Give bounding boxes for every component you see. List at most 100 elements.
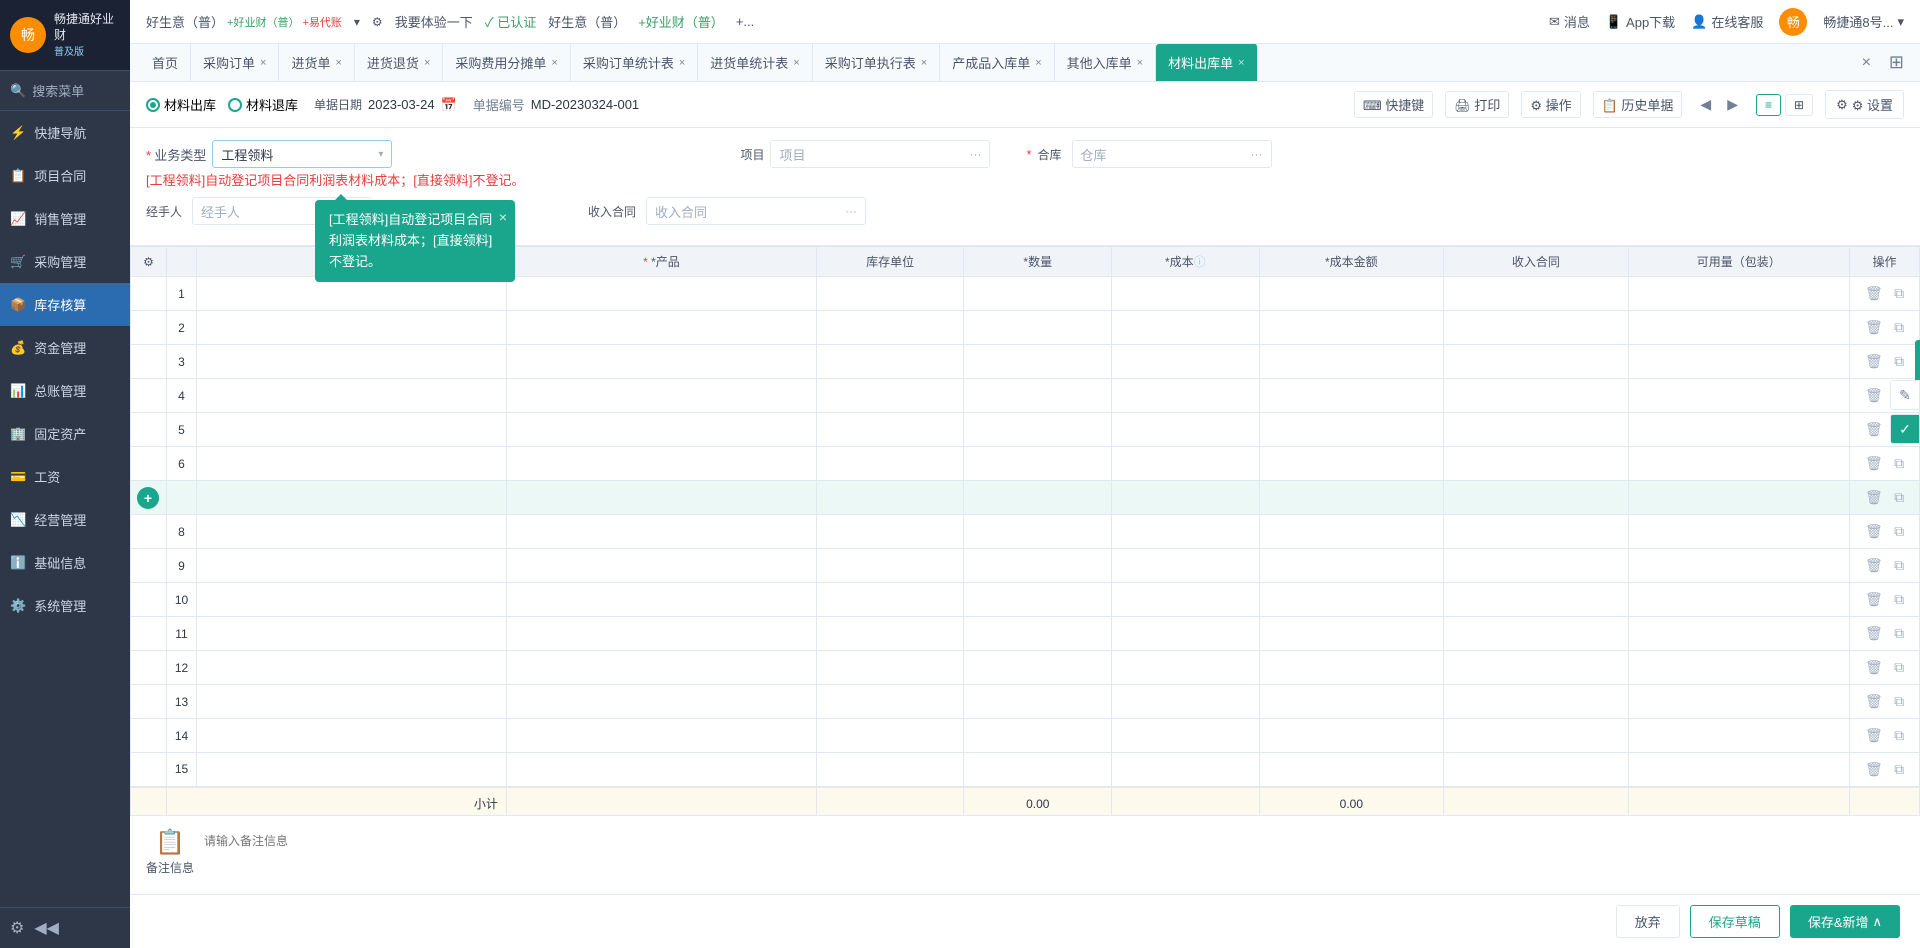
tab-purchase-expense[interactable]: 采购费用分摊单× <box>443 44 570 81</box>
warehouse-dots-icon[interactable]: ··· <box>1251 147 1263 161</box>
project-cell[interactable] <box>197 447 507 481</box>
operation-btn[interactable]: ⚙ 操作 <box>1521 91 1580 118</box>
sidebar-item-fixed-assets[interactable]: 🏢 固定资产 <box>0 412 130 455</box>
project-cell[interactable] <box>197 379 507 413</box>
copy-row-btn[interactable]: ⧉ <box>1890 623 1908 643</box>
delete-row-btn[interactable]: 🗑 <box>1861 521 1887 541</box>
right-panel-btn-2[interactable]: ✓ <box>1890 414 1920 444</box>
project-cell-input[interactable] <box>203 491 500 505</box>
qty-cell[interactable] <box>964 481 1112 515</box>
product-cell[interactable] <box>506 549 816 583</box>
sidebar-item-search[interactable]: 🔍 搜索菜单 <box>0 71 130 111</box>
cost-cell[interactable] <box>1112 549 1260 583</box>
tab-close-icon[interactable]: × <box>260 57 266 69</box>
product-cell[interactable] <box>506 481 816 515</box>
tab-view-toggle[interactable]: ⊞ <box>1883 50 1910 75</box>
tab-close-icon[interactable]: × <box>1035 57 1041 69</box>
qty-cell[interactable] <box>964 617 1112 651</box>
product-cell[interactable] <box>506 651 816 685</box>
app-download-btn[interactable]: 📱 App下载 <box>1606 12 1675 31</box>
project-cell[interactable] <box>197 549 507 583</box>
product-cell[interactable] <box>506 753 816 787</box>
product-cell[interactable] <box>506 583 816 617</box>
product-cell[interactable] <box>506 345 816 379</box>
qty-cell[interactable] <box>964 447 1112 481</box>
print-btn[interactable]: 🖨 打印 <box>1445 91 1509 118</box>
cost-cell[interactable] <box>1112 447 1260 481</box>
delete-row-btn[interactable]: 🗑 <box>1861 317 1887 337</box>
sidebar-item-ledger[interactable]: 📊 总账管理 <box>0 369 130 412</box>
project-cell[interactable] <box>197 617 507 651</box>
close-all-btn[interactable]: × <box>1856 52 1877 74</box>
topbar-product-3[interactable]: +好业财（普） <box>638 12 724 31</box>
copy-row-btn[interactable]: ⧉ <box>1890 589 1908 609</box>
online-service-btn[interactable]: 👤 在线客服 <box>1691 12 1763 31</box>
cost-cell[interactable] <box>1112 617 1260 651</box>
qty-cell[interactable] <box>964 379 1112 413</box>
tab-goods-in[interactable]: 进货单× <box>279 44 354 81</box>
qty-cell[interactable] <box>964 651 1112 685</box>
cost-cell[interactable] <box>1112 277 1260 311</box>
qty-cell[interactable] <box>964 413 1112 447</box>
delete-row-btn[interactable]: 🗑 <box>1861 419 1887 439</box>
grid-view-btn[interactable]: ⊞ <box>1785 94 1813 116</box>
delete-row-btn[interactable]: 🗑 <box>1861 657 1887 677</box>
tab-material-out[interactable]: 材料出库单× <box>1156 44 1257 81</box>
prev-record-btn[interactable]: ◀ <box>1694 94 1717 115</box>
tab-close-icon[interactable]: × <box>551 57 557 69</box>
delete-row-btn[interactable]: 🗑 <box>1861 453 1887 473</box>
tooltip-close-btn[interactable]: × <box>499 206 507 228</box>
delete-row-btn[interactable]: 🗑 <box>1861 589 1887 609</box>
qty-cell[interactable] <box>964 753 1112 787</box>
delete-row-btn[interactable]: 🗑 <box>1861 351 1887 371</box>
product-cell[interactable] <box>506 515 816 549</box>
collapse-icon[interactable]: ◀◀ <box>34 918 59 938</box>
sidebar-item-operations[interactable]: 📉 经营管理 <box>0 498 130 541</box>
project-cell[interactable] <box>197 651 507 685</box>
shortcut-btn[interactable]: ⌨ 快捷键 <box>1354 91 1433 118</box>
cost-cell[interactable] <box>1112 413 1260 447</box>
product-cell[interactable] <box>506 277 816 311</box>
qty-cell[interactable] <box>964 583 1112 617</box>
copy-row-btn[interactable]: ⧉ <box>1890 555 1908 575</box>
project-cell[interactable] <box>197 515 507 549</box>
tab-product-warehouse[interactable]: 产成品入库单× <box>940 44 1054 81</box>
sidebar-item-project-contract[interactable]: 📋 项目合同 <box>0 154 130 197</box>
cost-cell[interactable] <box>1112 753 1260 787</box>
cost-cell[interactable] <box>1112 481 1260 515</box>
cost-cell[interactable] <box>1112 311 1260 345</box>
delete-row-btn[interactable]: 🗑 <box>1861 725 1887 745</box>
tab-purchase-exec[interactable]: 采购订单执行表× <box>813 44 940 81</box>
save-draft-button[interactable]: 保存草稿 <box>1690 905 1780 938</box>
qty-cell[interactable] <box>964 345 1112 379</box>
product-cell[interactable] <box>506 685 816 719</box>
delete-row-btn[interactable]: 🗑 <box>1861 555 1887 575</box>
tab-purchase-stats[interactable]: 采购订单统计表× <box>571 44 698 81</box>
radio-material-out[interactable]: 材料出库 <box>146 95 216 114</box>
tab-close-icon[interactable]: × <box>1238 57 1244 69</box>
next-record-btn[interactable]: ▶ <box>1721 94 1744 115</box>
radio-material-return[interactable]: 材料退库 <box>228 95 298 114</box>
topbar-product-2[interactable]: 好生意（普） <box>548 12 626 31</box>
project-cell[interactable] <box>197 583 507 617</box>
cost-cell[interactable] <box>1112 583 1260 617</box>
copy-row-btn[interactable]: ⧉ <box>1890 317 1908 337</box>
qty-cell[interactable] <box>964 515 1112 549</box>
revenue-contract-input[interactable]: 收入合同 ··· <box>646 197 866 225</box>
project-cell[interactable] <box>197 311 507 345</box>
tab-home[interactable]: 首页 <box>140 44 191 81</box>
cost-cell[interactable] <box>1112 379 1260 413</box>
sidebar-item-system[interactable]: ⚙️ 系统管理 <box>0 584 130 627</box>
project-cell[interactable] <box>197 753 507 787</box>
sidebar-item-quick-nav[interactable]: ⚡ 快捷导航 <box>0 111 130 154</box>
copy-row-btn[interactable]: ⧉ <box>1890 453 1908 473</box>
project-input[interactable]: 项目 ··· <box>770 140 990 168</box>
product-cell[interactable] <box>506 447 816 481</box>
page-settings-btn[interactable]: ⚙ ⚙ 设置 <box>1825 90 1904 119</box>
discard-button[interactable]: 放弃 <box>1616 905 1680 938</box>
copy-row-btn[interactable]: ⧉ <box>1890 283 1908 303</box>
sidebar-item-finance[interactable]: 💰 资金管理 <box>0 326 130 369</box>
topbar-dropdown-arrow[interactable]: ▾ <box>354 15 360 29</box>
copy-row-btn[interactable]: ⧉ <box>1890 657 1908 677</box>
sidebar-item-purchase[interactable]: 🛒 采购管理 <box>0 240 130 283</box>
